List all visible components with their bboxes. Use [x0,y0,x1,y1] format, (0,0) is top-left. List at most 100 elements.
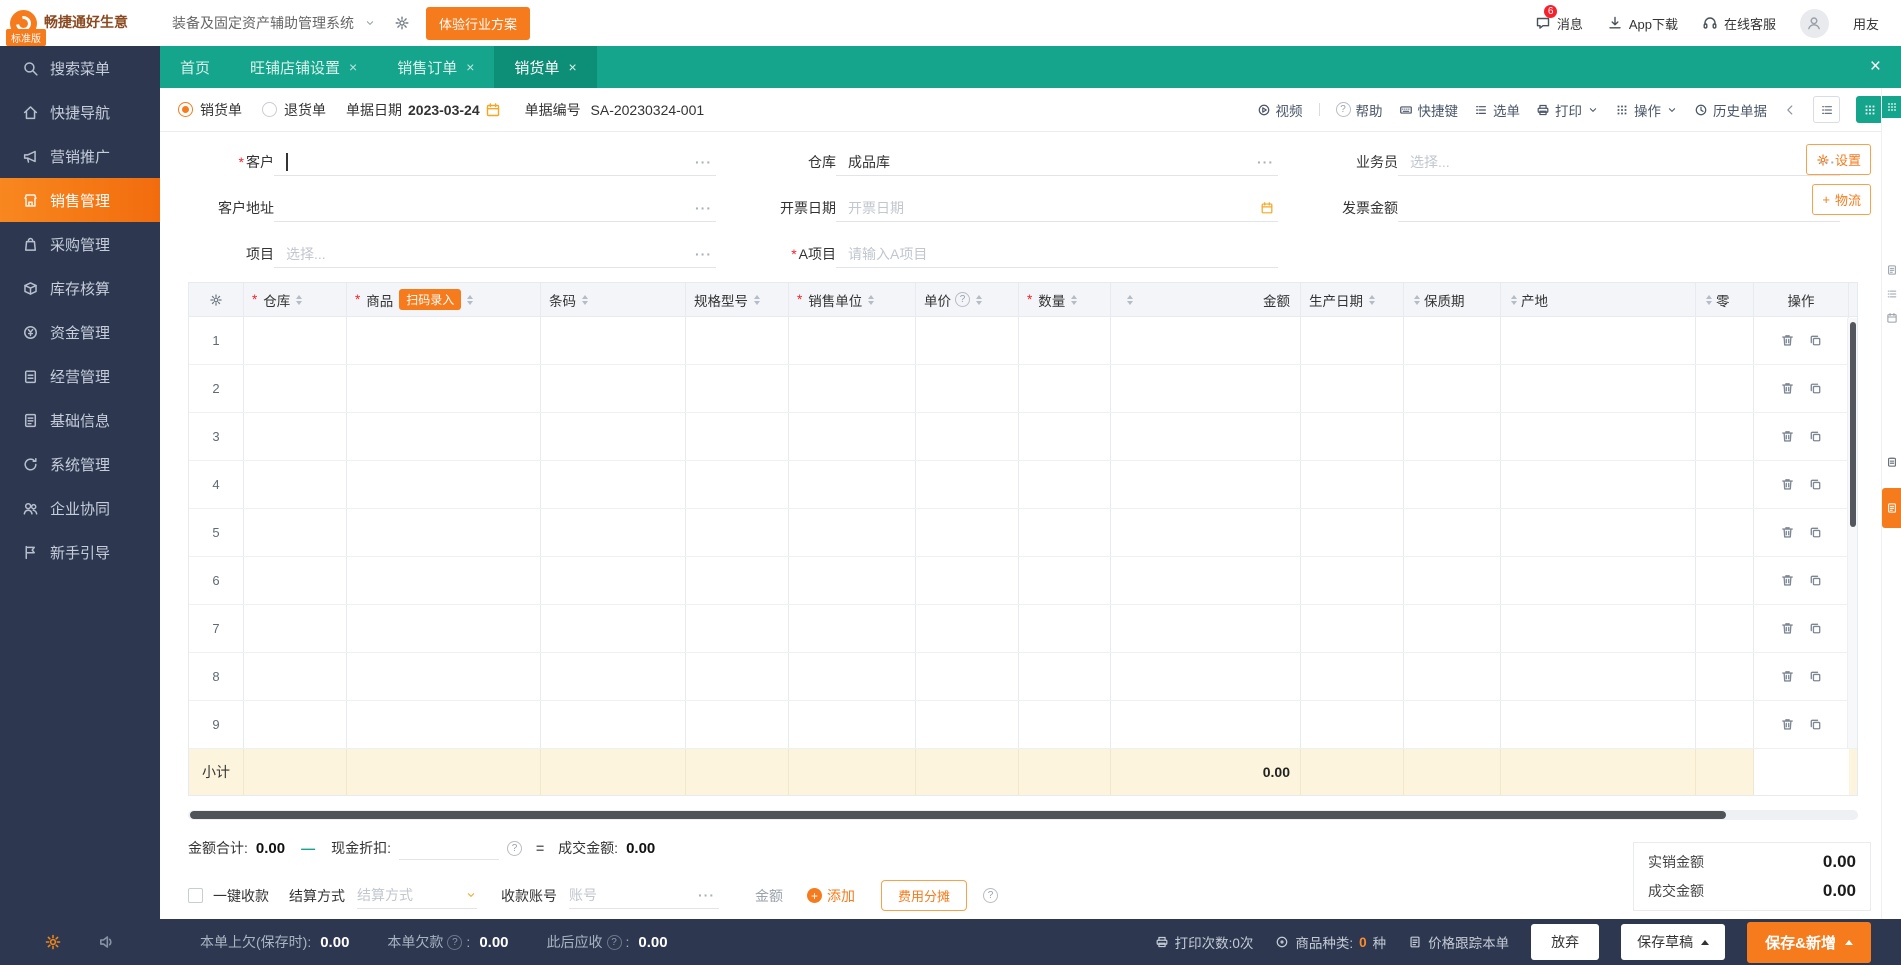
cell-origin[interactable] [1501,653,1696,700]
cell-spec[interactable] [686,317,789,364]
cell-shelf-life[interactable] [1404,701,1501,748]
cell-product[interactable] [347,365,541,412]
cell-barcode[interactable] [541,413,686,460]
cell-shelf-life[interactable] [1404,461,1501,508]
discard-button[interactable]: 放弃 [1531,924,1600,960]
cell-qty[interactable] [1019,461,1111,508]
add-payment-button[interactable]: + 添加 [807,886,855,906]
copy-row-icon[interactable] [1808,621,1823,636]
side-panel-clipboard-icon[interactable] [1882,450,1901,474]
copy-row-icon[interactable] [1808,573,1823,588]
username[interactable]: 用友 [1853,14,1879,33]
sidebar-item-quick-nav[interactable]: 快捷导航 [0,90,160,134]
delete-row-icon[interactable] [1780,573,1795,588]
close-icon[interactable]: × [349,59,357,75]
avatar[interactable] [1799,8,1829,38]
cell-shelf-life[interactable] [1404,605,1501,652]
print-button[interactable]: 打印 [1536,100,1599,120]
cell-amount[interactable] [1111,557,1301,604]
sidebar-item-system-management[interactable]: 系统管理 [0,442,160,486]
delete-row-icon[interactable] [1780,381,1795,396]
delete-row-icon[interactable] [1780,621,1795,636]
copy-row-icon[interactable] [1808,669,1823,684]
lookup-ellipsis-icon[interactable]: ··· [695,246,712,262]
cell-amount[interactable] [1111,461,1301,508]
calendar-icon[interactable] [485,102,501,118]
price-track-button[interactable]: 价格跟踪本单 [1408,932,1509,952]
cell-retail[interactable] [1696,461,1754,508]
cell-retail[interactable] [1696,557,1754,604]
cell-shelf-life[interactable] [1404,653,1501,700]
cell-spec[interactable] [686,605,789,652]
col-header-retail[interactable]: 零 [1696,283,1754,316]
cell-prod-date[interactable] [1301,413,1404,460]
cell-price[interactable] [916,413,1019,460]
customer-service-button[interactable]: 在线客服 [1702,14,1776,33]
tab-home[interactable]: 首页 [160,46,230,88]
cell-unit[interactable] [789,557,916,604]
warehouse-input[interactable]: 成品库 ··· [836,148,1278,176]
sidebar-item-inventory-accounting[interactable]: 库存核算 [0,266,160,310]
volume-icon[interactable] [98,933,116,951]
cell-amount[interactable] [1111,365,1301,412]
cell-spec[interactable] [686,365,789,412]
col-header-warehouse[interactable]: * 仓库 [244,283,347,316]
invoice-amount-input[interactable] [1398,194,1840,222]
cell-spec[interactable] [686,557,789,604]
cell-retail[interactable] [1696,701,1754,748]
vertical-scrollbar[interactable] [1847,318,1857,748]
sidebar-item-funds-management[interactable]: 资金管理 [0,310,160,354]
hotkeys-button[interactable]: 快捷键 [1399,100,1458,120]
cell-barcode[interactable] [541,605,686,652]
col-header-barcode[interactable]: 条码 [541,283,686,316]
sidebar-item-marketing[interactable]: 营销推广 [0,134,160,178]
close-all-tabs-icon[interactable]: × [1850,56,1901,78]
cell-amount[interactable] [1111,653,1301,700]
delete-row-icon[interactable] [1780,333,1795,348]
col-header-origin[interactable]: 产地 [1501,283,1696,316]
cell-origin[interactable] [1501,317,1696,364]
cell-qty[interactable] [1019,413,1111,460]
col-header-product[interactable]: * 商品 扫码录入 [347,283,541,316]
cell-warehouse[interactable] [244,605,347,652]
column-settings-gear-icon[interactable] [189,283,244,316]
copy-row-icon[interactable] [1808,429,1823,444]
cell-warehouse[interactable] [244,509,347,556]
cell-warehouse[interactable] [244,461,347,508]
settings-gear-icon[interactable] [44,933,62,951]
cell-shelf-life[interactable] [1404,317,1501,364]
cell-amount[interactable] [1111,605,1301,652]
sidebar-item-enterprise-collab[interactable]: 企业协同 [0,486,160,530]
cell-unit[interactable] [789,509,916,556]
collapse-left-icon[interactable] [1783,103,1797,117]
cell-retail[interactable] [1696,605,1754,652]
cash-discount-input[interactable] [398,836,499,860]
cell-unit[interactable] [789,605,916,652]
cell-unit[interactable] [789,701,916,748]
cell-qty[interactable] [1019,365,1111,412]
cell-origin[interactable] [1501,461,1696,508]
project-input[interactable]: 选择... ··· [274,240,716,268]
tab-sales-order[interactable]: 销售订单 × [377,46,494,88]
customer-input[interactable]: ··· [274,148,716,176]
question-circle-icon[interactable]: ? [983,888,999,903]
copy-row-icon[interactable] [1808,525,1823,540]
cell-origin[interactable] [1501,365,1696,412]
lookup-ellipsis-icon[interactable]: ··· [1819,154,1836,170]
copy-row-icon[interactable] [1808,717,1823,732]
cell-origin[interactable] [1501,701,1696,748]
cell-warehouse[interactable] [244,317,347,364]
one-click-receipt-checkbox[interactable] [188,888,203,903]
cell-prod-date[interactable] [1301,317,1404,364]
side-panel-list-icon[interactable] [1882,282,1901,306]
cell-product[interactable] [347,461,541,508]
horizontal-scrollbar[interactable] [188,810,1858,820]
scan-entry-badge[interactable]: 扫码录入 [399,289,462,310]
cell-price[interactable] [916,701,1019,748]
cell-barcode[interactable] [541,317,686,364]
cell-product[interactable] [347,701,541,748]
cell-spec[interactable] [686,461,789,508]
cell-price[interactable] [916,365,1019,412]
system-select[interactable]: 装备及固定资产辅助管理系统 [172,13,376,33]
side-panel-calendar-icon[interactable] [1882,306,1901,330]
